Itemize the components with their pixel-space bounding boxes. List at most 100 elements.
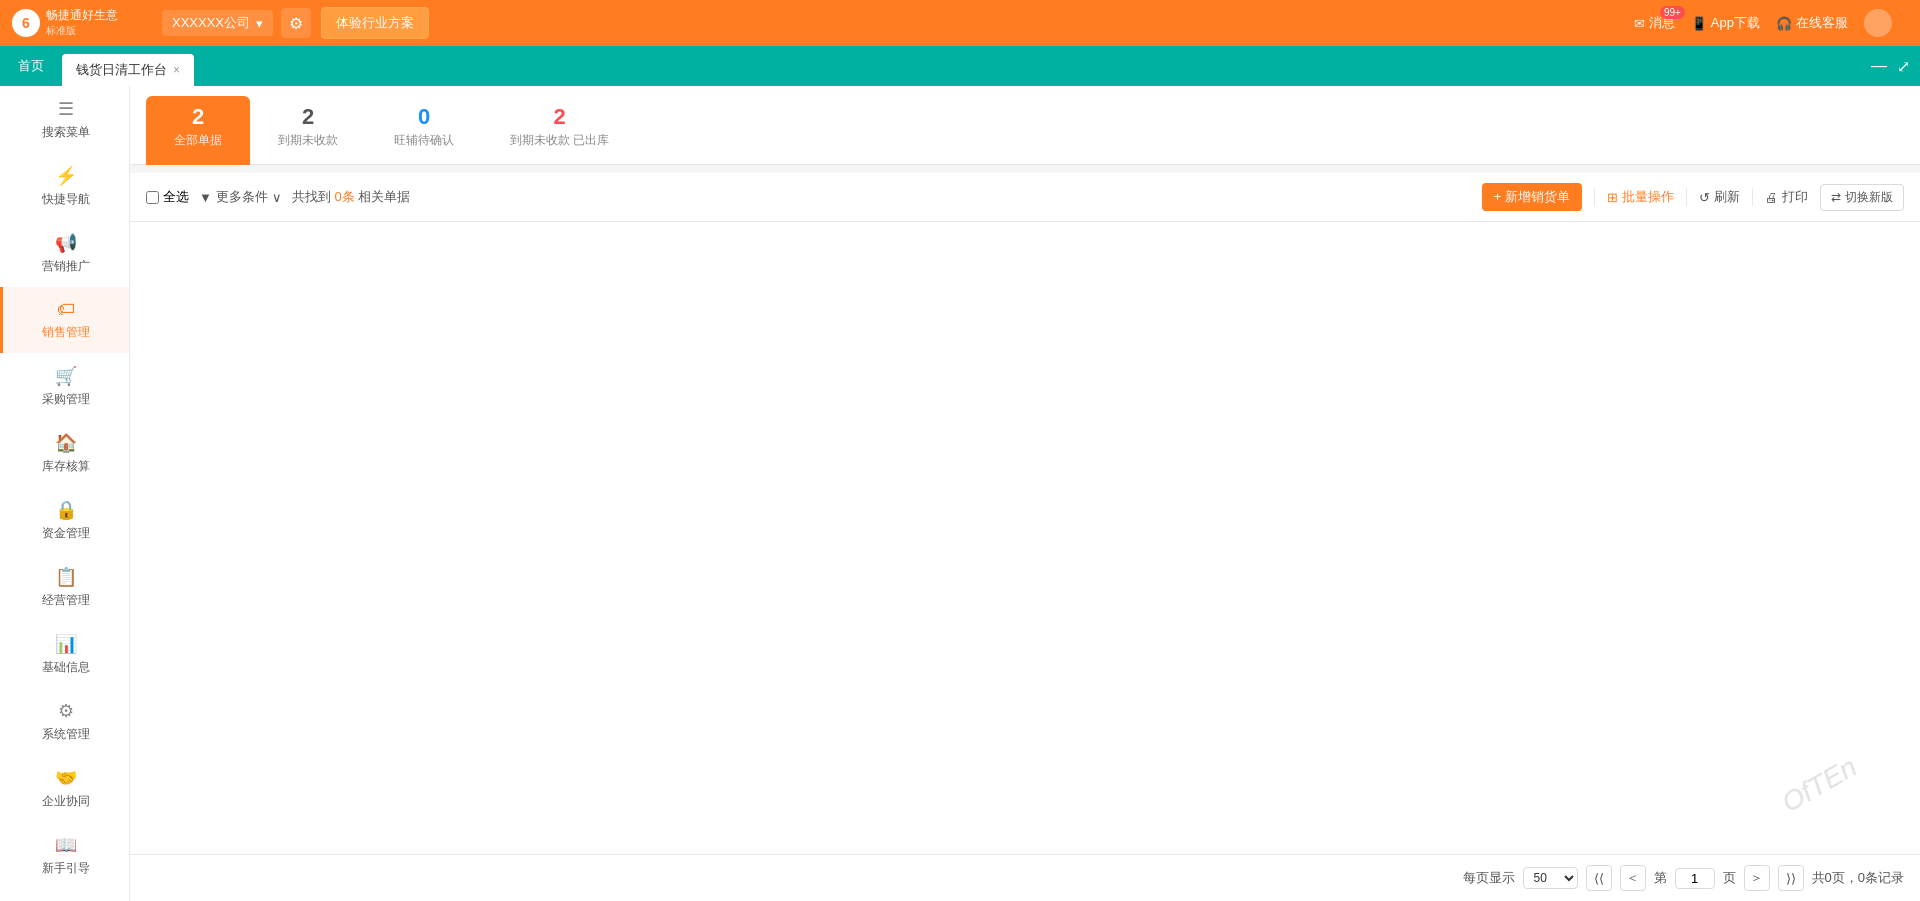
sidebar-item-search[interactable]: ☰ 搜索菜单 (0, 86, 129, 153)
guide-icon: 📖 (55, 834, 77, 856)
select-all-area[interactable]: 全选 (146, 188, 189, 206)
sales-icon: 🏷 (57, 299, 75, 320)
inventory-icon: 🏠 (55, 432, 77, 454)
stat-tab-overdue[interactable]: 2 到期未收款 (250, 96, 366, 164)
stat-num-overdue-out: 2 (510, 104, 609, 130)
search-menu-icon: ☰ (58, 98, 74, 120)
top-bar: 6 畅捷通好生意 标准版 XXXXXX公司 ▾ ⚙ 体验行业方案 ✉ 消息 99… (0, 0, 1920, 46)
per-page-select[interactable]: 50 100 200 (1523, 867, 1578, 889)
sidebar-item-quick-nav[interactable]: ⚡ 快捷导航 (0, 153, 129, 220)
content-area: 2 全部单据 2 到期未收款 0 旺辅待确认 2 到期未收款 已出库 全选 (130, 86, 1920, 901)
tab-home[interactable]: 首页 (0, 46, 62, 86)
company-dropdown-icon: ▾ (256, 16, 263, 31)
switch-icon: ⇄ (1831, 190, 1841, 204)
refresh-icon: ↺ (1699, 190, 1710, 205)
per-page-label: 每页显示 (1463, 869, 1515, 887)
main-layout: ☰ 搜索菜单 ⚡ 快捷导航 📢 营销推广 🏷 销售管理 🛒 采购管理 🏠 库存核… (0, 86, 1920, 901)
filter-icon: ▼ (199, 190, 212, 205)
base-info-icon: 📊 (55, 633, 77, 655)
service-icon: 🎧 (1776, 16, 1792, 31)
marketing-icon: 📢 (55, 232, 77, 254)
settings-button[interactable]: ⚙ (281, 8, 311, 38)
page-input[interactable] (1675, 868, 1715, 889)
tab-minimize-icon[interactable]: — (1871, 57, 1887, 75)
settings-icon: ⚙ (289, 14, 303, 33)
found-text: 共找到 0条 相关单据 (292, 188, 410, 206)
first-page-button[interactable]: ⟨⟨ (1586, 865, 1612, 891)
toolbar-right-actions: + 新增销货单 ⊞ 批量操作 ↺ 刷新 🖨 打印 ⇄ 切换 (1482, 183, 1904, 211)
tab-maximize-icon[interactable]: ⤢ (1897, 57, 1910, 76)
system-icon: ⚙ (58, 700, 74, 722)
tab-close-button[interactable]: × (173, 63, 180, 77)
page-label: 第 (1654, 869, 1667, 887)
sidebar-item-base-info[interactable]: 📊 基础信息 (0, 621, 129, 688)
found-count: 0条 (335, 189, 355, 204)
stat-num-overdue: 2 (278, 104, 338, 130)
stat-label-overdue: 到期未收款 (278, 132, 338, 149)
sidebar-item-finance[interactable]: 🔒 资金管理 (0, 487, 129, 554)
sidebar-item-system[interactable]: ⚙ 系统管理 (0, 688, 129, 755)
stat-label-overdue-out: 到期未收款 已出库 (510, 132, 609, 149)
toolbar: 全选 ▼ 更多条件 ∨ 共找到 0条 相关单据 + 新增销货单 ⊞ 批量操作 ↺ (130, 173, 1920, 222)
switch-version-button[interactable]: ⇄ 切换新版 (1820, 184, 1904, 211)
sidebar-item-inventory[interactable]: 🏠 库存核算 (0, 420, 129, 487)
sidebar: ☰ 搜索菜单 ⚡ 快捷导航 📢 营销推广 🏷 销售管理 🛒 采购管理 🏠 库存核… (0, 86, 130, 901)
divider-1 (1594, 188, 1595, 206)
stat-tab-all[interactable]: 2 全部单据 (146, 96, 250, 165)
message-badge: 99+ (1660, 6, 1685, 19)
batch-icon: ⊞ (1607, 190, 1618, 205)
prev-page-button[interactable]: ＜ (1620, 865, 1646, 891)
filter-button[interactable]: ▼ 更多条件 ∨ (199, 188, 282, 206)
divider-3 (1752, 188, 1753, 206)
select-all-label: 全选 (163, 188, 189, 206)
sidebar-item-guide[interactable]: 📖 新手引导 (0, 822, 129, 889)
purchase-icon: 🛒 (55, 365, 77, 387)
print-icon: 🖨 (1765, 190, 1778, 205)
logo-area: 6 畅捷通好生意 标准版 (12, 8, 142, 38)
stat-label-all: 全部单据 (174, 132, 222, 149)
refresh-button[interactable]: ↺ 刷新 (1699, 188, 1740, 206)
stat-num-wangpai: 0 (394, 104, 454, 130)
top-right-actions: ✉ 消息 99+ 📱 App下载 🎧 在线客服 (1634, 9, 1908, 37)
next-page-button[interactable]: ＞ (1744, 865, 1770, 891)
print-button[interactable]: 🖨 打印 (1765, 188, 1808, 206)
sidebar-item-purchase[interactable]: 🛒 采购管理 (0, 353, 129, 420)
tab-bar-actions: — ⤢ (1871, 57, 1920, 76)
finance-icon: 🔒 (55, 499, 77, 521)
stat-tab-wangpai[interactable]: 0 旺辅待确认 (366, 96, 482, 164)
sidebar-item-marketing[interactable]: 📢 营销推广 (0, 220, 129, 287)
table-area (130, 222, 1920, 854)
sidebar-item-app-center[interactable]: 📦 应用中心 (0, 889, 129, 901)
sidebar-item-cooperation[interactable]: 🤝 企业协同 (0, 755, 129, 822)
cooperation-icon: 🤝 (55, 767, 77, 789)
quick-nav-icon: ⚡ (55, 165, 77, 187)
batch-action-button[interactable]: ⊞ 批量操作 (1607, 188, 1674, 206)
download-icon: 📱 (1691, 16, 1707, 31)
pagination: 每页显示 50 100 200 ⟨⟨ ＜ 第 页 ＞ ⟩⟩ 共0页，0条记录 (130, 854, 1920, 901)
company-selector[interactable]: XXXXXX公司 ▾ (162, 10, 273, 36)
page-label-2: 页 (1723, 869, 1736, 887)
total-info: 共0页，0条记录 (1812, 869, 1904, 887)
trial-button[interactable]: 体验行业方案 (321, 7, 429, 39)
stats-tabs: 2 全部单据 2 到期未收款 0 旺辅待确认 2 到期未收款 已出库 (130, 86, 1920, 165)
tab-active[interactable]: 钱货日清工作台 × (62, 54, 194, 86)
logo-icon: 6 (12, 9, 40, 37)
message-icon: ✉ (1634, 16, 1645, 31)
divider-2 (1686, 188, 1687, 206)
logo-text: 畅捷通好生意 标准版 (46, 8, 118, 38)
tab-active-label: 钱货日清工作台 (76, 61, 167, 79)
stat-tab-overdue-out[interactable]: 2 到期未收款 已出库 (482, 96, 637, 164)
app-download-button[interactable]: 📱 App下载 (1691, 14, 1760, 32)
add-sale-button[interactable]: + 新增销货单 (1482, 183, 1582, 211)
sidebar-item-operations[interactable]: 📋 经营管理 (0, 554, 129, 621)
select-all-checkbox[interactable] (146, 191, 159, 204)
stat-label-wangpai: 旺辅待确认 (394, 132, 454, 149)
last-page-button[interactable]: ⟩⟩ (1778, 865, 1804, 891)
operations-icon: 📋 (55, 566, 77, 588)
filter-dropdown-icon: ∨ (272, 190, 282, 205)
user-avatar[interactable] (1864, 9, 1892, 37)
messages-button[interactable]: ✉ 消息 99+ (1634, 14, 1675, 32)
sidebar-item-sales[interactable]: 🏷 销售管理 (0, 287, 129, 353)
stat-num-all: 2 (174, 104, 222, 130)
online-service-button[interactable]: 🎧 在线客服 (1776, 14, 1848, 32)
